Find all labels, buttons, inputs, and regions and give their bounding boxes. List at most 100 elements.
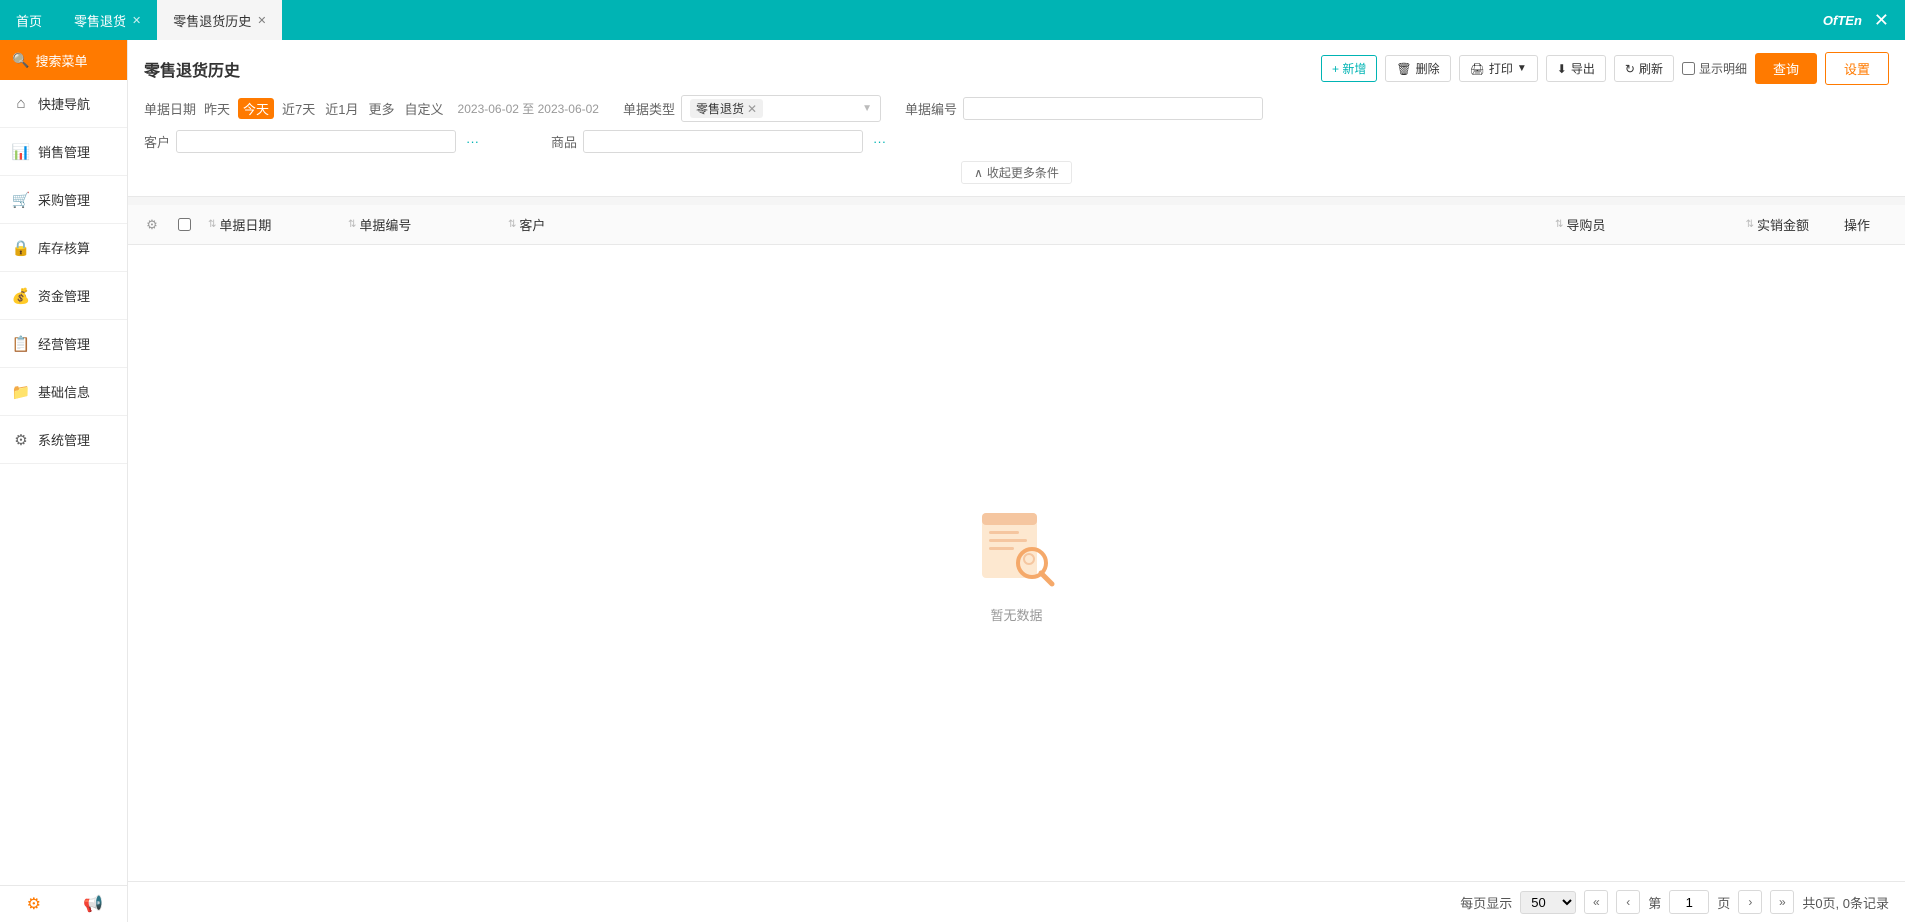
display-detail-checkbox[interactable]: 显示明细 <box>1682 60 1747 77</box>
gear-icon: ⚙ <box>12 431 30 449</box>
delete-icon: 🗑 <box>1396 62 1411 76</box>
date-range-display: 2023-06-02 至 2023-06-02 <box>458 100 599 117</box>
sidebar-item-operations[interactable]: 📋 经营管理 <box>0 320 127 368</box>
sort-icon-id: ⇅ <box>348 219 356 230</box>
add-button[interactable]: + 新增 <box>1321 55 1377 82</box>
table-settings-icon[interactable]: ⚙ <box>136 217 168 233</box>
select-all-checkbox[interactable] <box>178 218 191 231</box>
sidebar-bottom: ⚙ 📢 <box>0 885 127 922</box>
sidebar-item-system[interactable]: ⚙ 系统管理 <box>0 416 127 464</box>
sort-icon-customer: ⇅ <box>508 219 516 230</box>
first-page-button[interactable]: « <box>1584 890 1608 914</box>
search-icon: 🔍 <box>12 52 29 69</box>
delete-button[interactable]: 🗑 删除 <box>1385 55 1450 82</box>
refresh-button[interactable]: ↻ 刷新 <box>1614 55 1674 82</box>
sort-icon-date: ⇅ <box>208 219 216 230</box>
sort-icon-amount: ⇅ <box>1746 219 1754 230</box>
date-opt-yesterday[interactable]: 昨天 <box>202 99 232 118</box>
lock-icon: 🔒 <box>12 239 30 257</box>
main-content: 零售退货历史 + 新增 🗑 删除 🖨 打印 ▼ ⬇ <box>128 40 1905 922</box>
top-nav-bar: 首页 零售退货 ✕ 零售退货历史 ✕ OfTEn ✕ <box>0 0 1905 40</box>
empty-illustration <box>967 503 1067 593</box>
prev-page-button[interactable]: ‹ <box>1616 890 1640 914</box>
filter-area: 单据日期 昨天 今天 近7天 近1月 更多 自定义 2023-06-02 至 2… <box>144 95 1889 196</box>
close-tab-retail-return[interactable]: ✕ <box>132 14 141 27</box>
goods-filter: 商品 ··· <box>551 130 886 153</box>
volume-button[interactable]: 📢 <box>68 894 120 914</box>
date-opt-custom[interactable]: 自定义 <box>403 99 446 118</box>
display-detail-check[interactable] <box>1682 62 1695 75</box>
collapse-row: ∧ 收起更多条件 <box>144 161 1889 184</box>
export-button[interactable]: ⬇ 导出 <box>1546 55 1606 82</box>
cart-icon: 🛒 <box>12 191 30 209</box>
print-dropdown-icon: ▼ <box>1517 63 1527 74</box>
th-amount[interactable]: ⇅ 实销金额 <box>1697 215 1817 234</box>
settings-panel-button[interactable]: 设置 <box>1825 52 1889 85</box>
table-area: ⚙ ⇅ 单据日期 ⇅ 单据编号 ⇅ 客户 ⇅ 导购员 <box>128 205 1905 922</box>
close-tab-retail-return-history[interactable]: ✕ <box>257 14 266 27</box>
refresh-icon: ↻ <box>1625 62 1635 76</box>
customer-input[interactable] <box>176 130 456 153</box>
sidebar-item-finance[interactable]: 💰 资金管理 <box>0 272 127 320</box>
collapse-button[interactable]: ∧ 收起更多条件 <box>961 161 1072 184</box>
print-button[interactable]: 🖨 打印 ▼ <box>1459 55 1538 82</box>
table-select-all[interactable] <box>168 218 200 231</box>
page-number-input[interactable] <box>1669 890 1709 914</box>
goods-ellipsis-btn[interactable]: ··· <box>873 134 886 149</box>
voucher-id-filter: 单据编号 <box>905 97 1263 120</box>
empty-text: 暂无数据 <box>990 605 1042 624</box>
home-tab[interactable]: 首页 <box>0 0 58 40</box>
next-page-button[interactable]: › <box>1738 890 1762 914</box>
th-id[interactable]: ⇅ 单据编号 <box>340 215 500 234</box>
toolbar: + 新增 🗑 删除 🖨 打印 ▼ ⬇ 导出 <box>1321 52 1889 85</box>
sidebar-item-sales-mgmt[interactable]: 📊 销售管理 <box>0 128 127 176</box>
th-customer[interactable]: ⇅ 客户 <box>500 215 1547 234</box>
page-size-select[interactable]: 20 50 100 <box>1520 891 1576 914</box>
sidebar-item-purchase-mgmt[interactable]: 🛒 采购管理 <box>0 176 127 224</box>
sidebar-search[interactable]: 🔍 搜索菜单 <box>0 40 127 80</box>
query-button[interactable]: 查询 <box>1755 53 1817 84</box>
goods-input[interactable] <box>583 130 863 153</box>
sidebar-item-inventory[interactable]: 🔒 库存核算 <box>0 224 127 272</box>
page-header: 零售退货历史 + 新增 🗑 删除 🖨 打印 ▼ ⬇ <box>128 40 1905 197</box>
date-opt-today[interactable]: 今天 <box>238 98 274 119</box>
remove-tag-icon[interactable]: ✕ <box>747 102 757 116</box>
finance-icon: 💰 <box>12 287 30 305</box>
date-filter: 单据日期 昨天 今天 近7天 近1月 更多 自定义 2023-06-02 至 2… <box>144 98 599 119</box>
folder-icon: 📁 <box>12 383 30 401</box>
voucher-type-select[interactable]: 零售退货 ✕ ▼ <box>681 95 881 122</box>
table-header: ⚙ ⇅ 单据日期 ⇅ 单据编号 ⇅ 客户 ⇅ 导购员 <box>128 205 1905 245</box>
date-opt-more[interactable]: 更多 <box>367 99 397 118</box>
tab-retail-return[interactable]: 零售退货 ✕ <box>58 0 157 40</box>
date-opt-7days[interactable]: 近7天 <box>280 99 317 118</box>
sidebar-item-base-info[interactable]: 📁 基础信息 <box>0 368 127 416</box>
customer-filter: 客户 ··· <box>144 130 479 153</box>
tab-retail-return-history[interactable]: 零售退货历史 ✕ <box>157 0 282 40</box>
volume-icon: 📢 <box>83 894 103 914</box>
collapse-icon: ∧ <box>974 166 983 180</box>
sidebar: 🔍 搜索菜单 ⌂ 快捷导航 📊 销售管理 🛒 采购管理 🔒 库存核算 💰 资金管… <box>0 40 128 922</box>
settings-icon: ⚙ <box>27 894 41 914</box>
settings-button[interactable]: ⚙ <box>8 894 60 914</box>
window-close-icon[interactable]: ✕ <box>1874 10 1889 31</box>
print-icon: 🖨 <box>1470 62 1485 76</box>
page-title: 零售退货历史 <box>144 57 240 81</box>
date-options: 昨天 今天 近7天 近1月 更多 自定义 <box>202 98 446 119</box>
voucher-type-tag: 零售退货 ✕ <box>690 99 763 118</box>
th-guide[interactable]: ⇅ 导购员 <box>1547 215 1697 234</box>
last-page-button[interactable]: » <box>1770 890 1794 914</box>
th-action: 操作 <box>1817 215 1897 234</box>
th-date[interactable]: ⇅ 单据日期 <box>200 215 340 234</box>
operations-icon: 📋 <box>12 335 30 353</box>
export-icon: ⬇ <box>1557 62 1567 76</box>
voucher-type-dropdown-icon: ▼ <box>862 103 872 114</box>
sidebar-item-quick-nav[interactable]: ⌂ 快捷导航 <box>0 80 127 128</box>
sort-icon-guide: ⇅ <box>1555 219 1563 230</box>
voucher-id-input[interactable] <box>963 97 1263 120</box>
pagination-bar: 每页显示 20 50 100 « ‹ 第 页 › » 共0页, 0条记录 <box>128 881 1905 922</box>
brand-logo: OfTEn <box>1823 13 1862 28</box>
home-icon: ⌂ <box>12 95 30 113</box>
chart-icon: 📊 <box>12 143 30 161</box>
date-opt-1month[interactable]: 近1月 <box>323 99 360 118</box>
customer-ellipsis-btn[interactable]: ··· <box>466 134 479 149</box>
